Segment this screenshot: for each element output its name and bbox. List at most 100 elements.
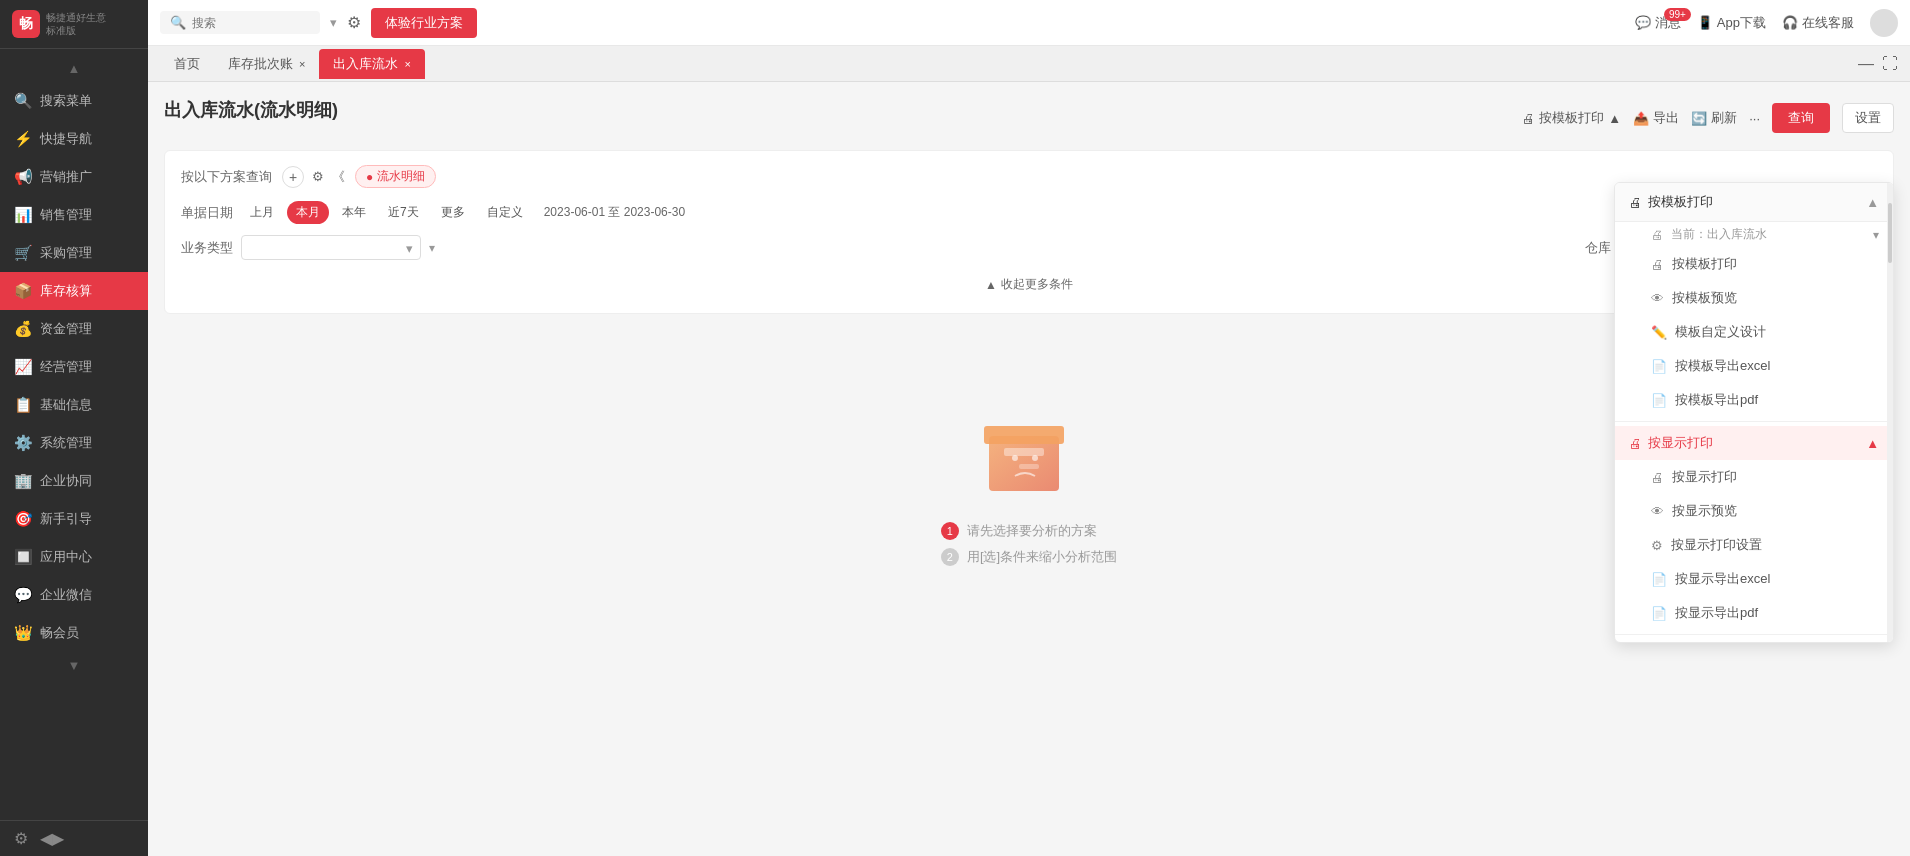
sidebar-item-enterprise[interactable]: 🏢 企业协同 (0, 462, 148, 500)
print-template-btn[interactable]: 🖨 按模板打印 ▲ (1522, 109, 1621, 127)
main-content: 🔍 ▾ ⚙ 体验行业方案 💬 消息 99+ 📱 App下载 🎧 在线客服 (148, 0, 1910, 856)
dropdown-item-template-excel[interactable]: 📄 按模板导出excel (1615, 349, 1893, 383)
date-label: 单据日期 (181, 204, 233, 222)
collapse-label: 收起更多条件 (1001, 276, 1073, 293)
step-2-num: 2 (941, 548, 959, 566)
dropdown-section3-header[interactable]: ⚙ 设置默认功能 ▾ (1615, 639, 1893, 642)
topbar-search-icon: 🔍 (170, 15, 186, 30)
dropdown-item-template-design[interactable]: ✏️ 模板自定义设计 (1615, 315, 1893, 349)
tab-flow-detail[interactable]: 出入库流水 × (319, 49, 424, 79)
sidebar-item-quick-nav[interactable]: ⚡ 快捷导航 (0, 120, 148, 158)
date-btn-this-year[interactable]: 本年 (333, 201, 375, 224)
sidebar-item-finance[interactable]: 💰 资金管理 (0, 310, 148, 348)
sidebar-scroll-down[interactable]: ▼ (0, 652, 148, 679)
dropdown-print-icon: 🖨 (1629, 195, 1642, 210)
dropdown-section2-header[interactable]: 🖨 按显示打印 ▲ (1615, 426, 1893, 460)
refresh-btn[interactable]: 🔄 刷新 (1691, 109, 1737, 127)
query-btn[interactable]: 查询 (1772, 103, 1830, 133)
enterprise-icon: 🏢 (14, 472, 32, 490)
dropdown-item-display-settings[interactable]: ⚙ 按显示打印设置 (1615, 528, 1893, 562)
user-avatar[interactable] (1870, 9, 1898, 37)
sidebar-item-marketing[interactable]: 📢 营销推广 (0, 158, 148, 196)
industry-btn[interactable]: 体验行业方案 (371, 8, 477, 38)
svg-point-5 (1032, 455, 1038, 461)
online-service-btn[interactable]: 🎧 在线客服 (1782, 14, 1854, 32)
sidebar-item-search-menu[interactable]: 🔍 搜索菜单 (0, 82, 148, 120)
template-pdf-label: 按模板导出pdf (1675, 391, 1758, 409)
message-badge: 99+ (1664, 8, 1691, 21)
dropdown-chevron-icon[interactable]: ▲ (1866, 195, 1879, 210)
sidebar-item-basics[interactable]: 📋 基础信息 (0, 386, 148, 424)
date-btn-custom[interactable]: 自定义 (478, 201, 532, 224)
tab-home[interactable]: 首页 (160, 49, 214, 79)
sidebar-item-guide[interactable]: 🎯 新手引导 (0, 500, 148, 538)
phone-icon: 📱 (1697, 15, 1713, 30)
business-type-more-icon[interactable]: ▾ (429, 241, 435, 255)
topbar-gear-icon[interactable]: ⚙ (347, 13, 361, 32)
sidebar-item-vip-label: 畅会员 (40, 624, 79, 642)
sidebar-item-finance-label: 资金管理 (40, 320, 92, 338)
sidebar-item-sales[interactable]: 📊 销售管理 (0, 196, 148, 234)
tab-minimize-icon[interactable]: — (1858, 55, 1874, 73)
filter-add-btn[interactable]: + (282, 166, 304, 188)
template-design-label: 模板自定义设计 (1675, 323, 1766, 341)
app-download-btn[interactable]: 📱 App下载 (1697, 14, 1766, 32)
dropdown-scrollbar (1887, 183, 1893, 642)
sidebar-item-enterprise-label: 企业协同 (40, 472, 92, 490)
tab-flow-detail-close[interactable]: × (404, 58, 410, 70)
sidebar-item-apps[interactable]: 🔲 应用中心 (0, 538, 148, 576)
sidebar-item-sales-label: 销售管理 (40, 206, 92, 224)
sidebar-item-purchase[interactable]: 🛒 采购管理 (0, 234, 148, 272)
quick-nav-icon: ⚡ (14, 130, 32, 148)
filter-business-type-field: 业务类型 ▾ (181, 235, 435, 260)
sidebar-item-vip[interactable]: 👑 畅会员 (0, 614, 148, 652)
print-dropdown-panel: 🖨 按模板打印 ▲ 🖨 当前：出入库流水 ▾ 🖨 按模板打印 (1614, 182, 1894, 643)
sidebar-item-inventory[interactable]: 📦 库存核算 (0, 272, 148, 310)
date-btn-last-month[interactable]: 上月 (241, 201, 283, 224)
filter-collapse-icon[interactable]: 《 (332, 168, 345, 186)
dropdown-item-display-print[interactable]: 🖨 按显示打印 (1615, 460, 1893, 494)
current-chevron-icon[interactable]: ▾ (1873, 228, 1879, 242)
dropdown-item-template-preview[interactable]: 👁 按模板预览 (1615, 281, 1893, 315)
dropdown-item-template-pdf[interactable]: 📄 按模板导出pdf (1615, 383, 1893, 417)
page-title: 出入库流水(流水明细) (164, 98, 338, 122)
display-pdf-icon: 📄 (1651, 606, 1667, 621)
export-btn[interactable]: 📤 导出 (1633, 109, 1679, 127)
tab-maximize-icon[interactable]: ⛶ (1882, 55, 1898, 73)
sidebar-settings-icon[interactable]: ⚙ (14, 829, 28, 848)
dropdown-item-display-preview[interactable]: 👁 按显示预览 (1615, 494, 1893, 528)
filter-settings-icon[interactable]: ⚙ (312, 169, 324, 184)
sidebar-item-wechat[interactable]: 💬 企业微信 (0, 576, 148, 614)
template-design-icon: ✏️ (1651, 325, 1667, 340)
topbar-search-box[interactable]: 🔍 (160, 11, 320, 34)
sidebar-logo: 畅 畅捷通好生意 标准版 (0, 0, 148, 49)
display-settings-icon: ⚙ (1651, 538, 1663, 553)
sidebar-item-operations[interactable]: 📈 经营管理 (0, 348, 148, 386)
topbar-search-input[interactable] (192, 16, 292, 30)
dropdown-item-template-print[interactable]: 🖨 按模板打印 (1615, 247, 1893, 281)
dropdown-item-display-pdf[interactable]: 📄 按显示导出pdf (1615, 596, 1893, 630)
template-preview-icon: 👁 (1651, 291, 1664, 306)
dropdown-item-display-excel[interactable]: 📄 按显示导出excel (1615, 562, 1893, 596)
business-type-select[interactable] (241, 235, 421, 260)
business-type-label: 业务类型 (181, 239, 233, 257)
more-btn[interactable]: ··· (1749, 111, 1760, 126)
dropdown-divider-2 (1615, 634, 1893, 635)
warehouse-label: 仓库 (1585, 239, 1611, 257)
display-preview-label: 按显示预览 (1672, 502, 1737, 520)
tab-inventory-batch[interactable]: 库存批次账 × (214, 49, 319, 79)
dropdown-scroll: 🖨 当前：出入库流水 ▾ 🖨 按模板打印 👁 按模板预览 ✏️ 模板自定义设计 (1615, 222, 1893, 642)
tab-inventory-batch-close[interactable]: × (299, 58, 305, 70)
sidebar-scroll-up[interactable]: ▲ (0, 55, 148, 82)
date-btn-this-month[interactable]: 本月 (287, 201, 329, 224)
date-btn-7days[interactable]: 近7天 (379, 201, 428, 224)
sidebar-toggle-icon[interactable]: ◀▶ (40, 829, 64, 848)
topbar-dropdown-arrow[interactable]: ▾ (330, 15, 337, 30)
topbar: 🔍 ▾ ⚙ 体验行业方案 💬 消息 99+ 📱 App下载 🎧 在线客服 (148, 0, 1910, 46)
filter-tag[interactable]: ● 流水明细 (355, 165, 436, 188)
settings-btn[interactable]: 设置 (1842, 103, 1894, 133)
message-btn[interactable]: 💬 消息 99+ (1635, 14, 1681, 32)
date-btn-more[interactable]: 更多 (432, 201, 474, 224)
sidebar-item-system[interactable]: ⚙️ 系统管理 (0, 424, 148, 462)
filter-title: 按以下方案查询 (181, 168, 272, 186)
